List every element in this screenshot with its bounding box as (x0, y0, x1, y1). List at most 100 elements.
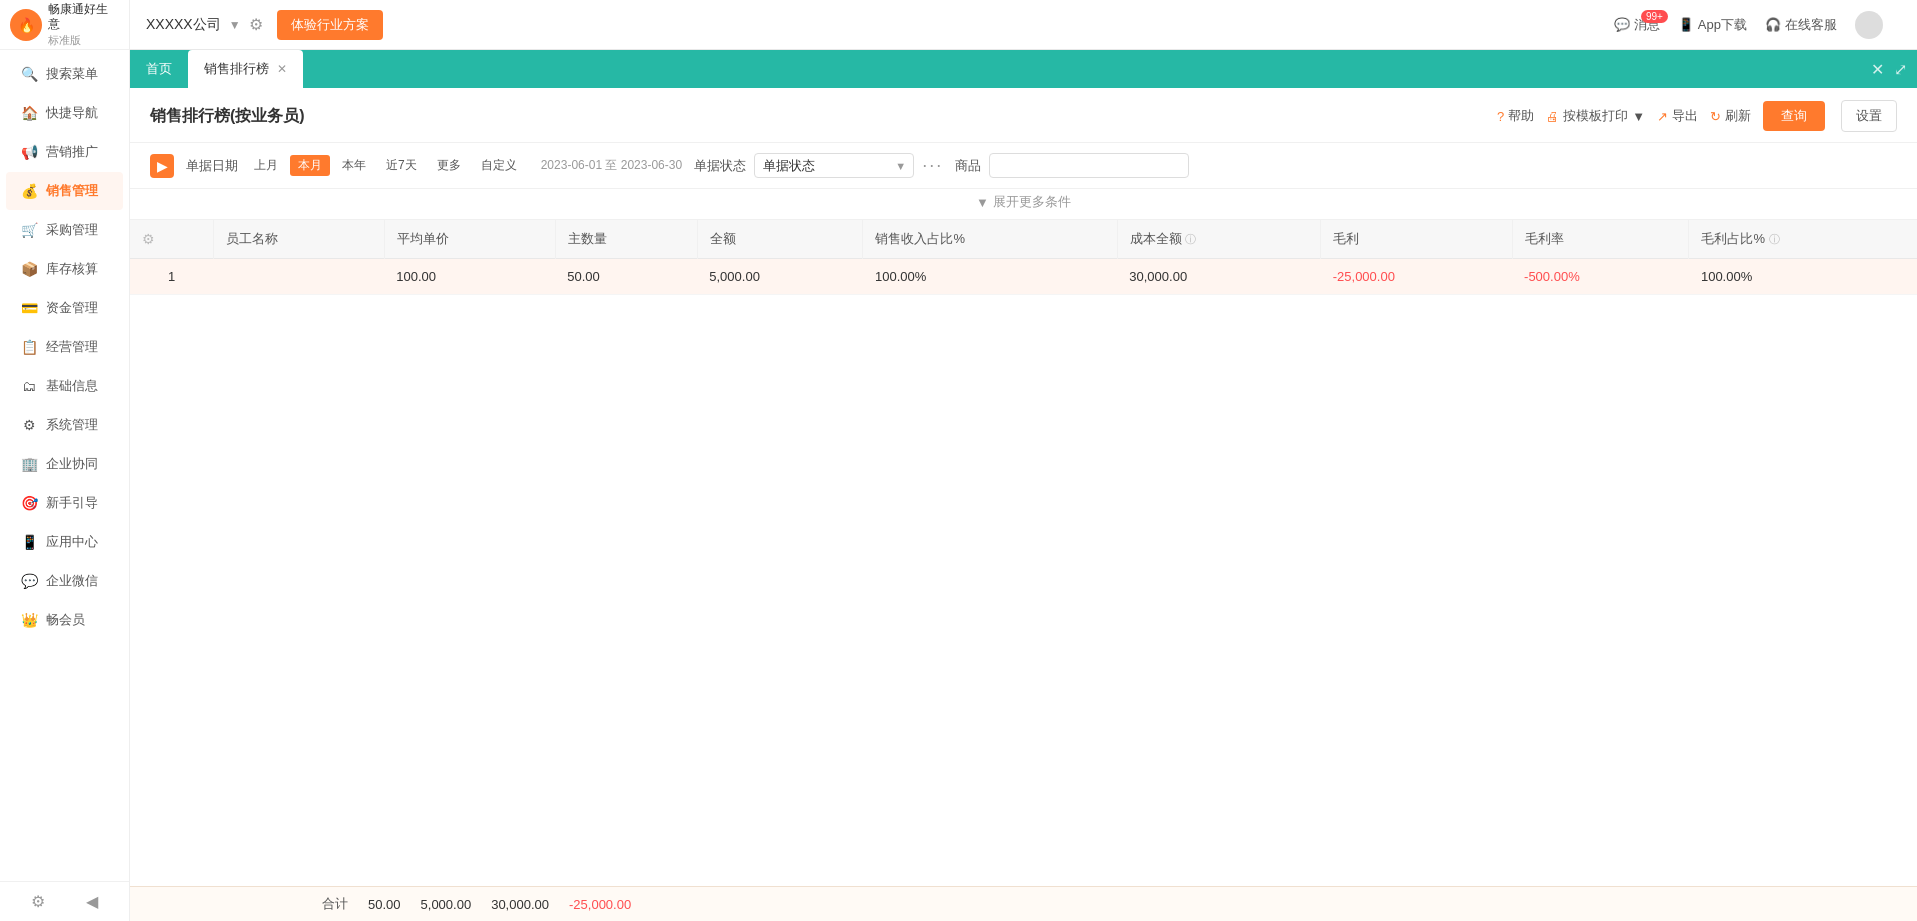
trial-btn[interactable]: 体验行业方案 (277, 10, 383, 40)
sales-icon: 💰 (20, 183, 38, 199)
query-btn[interactable]: 查询 (1763, 101, 1825, 131)
date-option-this-year[interactable]: 本年 (334, 155, 374, 176)
sidebar-item-enterprise[interactable]: 🏢 企业协同 (6, 445, 123, 483)
headset-icon: 🎧 (1765, 17, 1781, 32)
col-qty: 主数量 (555, 220, 697, 259)
content-area: 销售排行榜(按业务员) ? 帮助 🖨 按模板打印 ▼ ↗ 导出 (130, 88, 1917, 921)
cell-index: 1 (130, 259, 213, 295)
date-option-this-month[interactable]: 本月 (290, 155, 330, 176)
page-title-row: 销售排行榜(按业务员) ? 帮助 🖨 按模板打印 ▼ ↗ 导出 (150, 100, 1897, 132)
footer-amount: 5,000.00 (421, 897, 472, 912)
col-amount-label: 全额 (710, 231, 736, 246)
export-btn[interactable]: ↗ 导出 (1657, 107, 1698, 125)
tab-sales-ranking-label: 销售排行榜 (204, 60, 269, 78)
footer-collapse-icon[interactable]: ◀ (86, 892, 98, 911)
expand-more-row: ▼ 展开更多条件 (130, 189, 1917, 220)
cell-gross: -25,000.00 (1321, 259, 1512, 295)
sidebar-item-label-member: 畅会员 (46, 611, 85, 629)
date-option-more[interactable]: 更多 (429, 155, 469, 176)
sidebar-item-finance[interactable]: 💳 资金管理 (6, 289, 123, 327)
help-label: 帮助 (1508, 107, 1534, 125)
print-dropdown-arrow: ▼ (1632, 109, 1645, 124)
sidebar-item-guide[interactable]: 🎯 新手引导 (6, 484, 123, 522)
date-filter-label: 单据日期 (186, 157, 238, 175)
sidebar-item-label-search: 搜索菜单 (46, 65, 98, 83)
purchase-icon: 🛒 (20, 222, 38, 238)
sidebar-item-operation[interactable]: 📋 经营管理 (6, 328, 123, 366)
settings-btn[interactable]: 设置 (1841, 100, 1897, 132)
tab-sales-ranking[interactable]: 销售排行榜 ✕ (188, 50, 303, 88)
page-header: 销售排行榜(按业务员) ? 帮助 🖨 按模板打印 ▼ ↗ 导出 (130, 88, 1917, 143)
col-qty-label: 主数量 (568, 231, 607, 246)
table-header-row: ⚙ 员工名称 平均单价 主数量 全额 (130, 220, 1917, 259)
data-table: ⚙ 员工名称 平均单价 主数量 全额 (130, 220, 1917, 295)
logo-sub: 标准版 (48, 33, 119, 47)
sidebar-item-label-sales: 销售管理 (46, 182, 98, 200)
sidebar-item-basic[interactable]: 🗂 基础信息 (6, 367, 123, 405)
refresh-label: 刷新 (1725, 107, 1751, 125)
expand-more-btn[interactable]: ▼ 展开更多条件 (976, 193, 1071, 211)
footer-settings-icon[interactable]: ⚙ (31, 892, 45, 911)
system-icon: ⚙ (20, 417, 38, 433)
sidebar-item-sales[interactable]: 💰 销售管理 (6, 172, 123, 210)
home-icon: 🏠 (20, 105, 38, 121)
sidebar-item-member[interactable]: 👑 畅会员 (6, 601, 123, 639)
date-option-last-7-days[interactable]: 近7天 (378, 155, 425, 176)
sidebar-item-shortcut[interactable]: 🏠 快捷导航 (6, 94, 123, 132)
status-select[interactable]: 单据状态 (754, 153, 914, 178)
sidebar-item-system[interactable]: ⚙ 系统管理 (6, 406, 123, 444)
status-filter-label: 单据状态 (694, 157, 746, 175)
help-btn[interactable]: ? 帮助 (1497, 107, 1534, 125)
topbar-right: 💬 消息 99+ 📱 App下载 🎧 在线客服 (1614, 11, 1901, 39)
sidebar-item-search[interactable]: 🔍 搜索菜单 (6, 55, 123, 93)
company-selector[interactable]: XXXXX公司 ▼ (146, 16, 241, 34)
page-title: 销售排行榜(按业务员) (150, 106, 305, 127)
filter-toggle-btn[interactable]: ▶ (150, 154, 174, 178)
col-gross-label: 毛利 (1333, 231, 1359, 246)
logo-text: 畅康通好生意 标准版 (48, 2, 119, 47)
filter-more-btn[interactable]: ··· (922, 155, 943, 176)
service-btn[interactable]: 🎧 在线客服 (1765, 16, 1837, 34)
cell-amount: 5,000.00 (697, 259, 863, 295)
col-name: 员工名称 (213, 220, 384, 259)
print-icon: 🖨 (1546, 109, 1559, 124)
sidebar-item-label-system: 系统管理 (46, 416, 98, 434)
sidebar: 🔥 畅康通好生意 标准版 🔍 搜索菜单 🏠 快捷导航 📢 营销推广 💰 销售管理… (0, 0, 130, 921)
sidebar-item-label-basic: 基础信息 (46, 377, 98, 395)
mobile-icon: 📱 (1678, 17, 1694, 32)
tab-close-icon[interactable]: ✕ (277, 62, 287, 76)
sidebar-item-inventory[interactable]: 📦 库存核算 (6, 250, 123, 288)
cell-gross-rate: -500.00% (1512, 259, 1689, 295)
guide-icon: 🎯 (20, 495, 38, 511)
goods-input[interactable] (989, 153, 1189, 178)
date-option-custom[interactable]: 自定义 (473, 155, 525, 176)
date-option-last-month[interactable]: 上月 (246, 155, 286, 176)
refresh-btn[interactable]: ↻ 刷新 (1710, 107, 1751, 125)
sidebar-item-label-marketing: 营销推广 (46, 143, 98, 161)
sidebar-item-label-apps: 应用中心 (46, 533, 98, 551)
topbar-gear-icon[interactable]: ⚙ (249, 15, 263, 34)
company-name: XXXXX公司 (146, 16, 221, 34)
column-settings-icon[interactable]: ⚙ (142, 231, 155, 247)
filter-bar: ▶ 单据日期 上月 本月 本年 近7天 更多 自定义 2023-06-01 至 … (130, 143, 1917, 189)
col-gross: 毛利 (1321, 220, 1512, 259)
table-footer: 合计 50.00 5,000.00 30,000.00 -25,000.00 (130, 886, 1917, 921)
sidebar-item-apps[interactable]: 📱 应用中心 (6, 523, 123, 561)
cell-name (213, 259, 384, 295)
message-icon: 💬 (1614, 17, 1630, 32)
app-download-btn[interactable]: 📱 App下载 (1678, 16, 1747, 34)
tab-home[interactable]: 首页 (130, 50, 188, 88)
sidebar-item-marketing[interactable]: 📢 营销推广 (6, 133, 123, 171)
tab-restore-icon[interactable]: ⤢ (1894, 60, 1907, 79)
sidebar-item-purchase[interactable]: 🛒 采购管理 (6, 211, 123, 249)
tab-close-window-icon[interactable]: ✕ (1871, 60, 1884, 79)
footer-total-label: 合计 (142, 895, 348, 913)
message-btn[interactable]: 💬 消息 99+ (1614, 16, 1660, 34)
sidebar-footer: ⚙ ◀ (0, 881, 129, 921)
inventory-icon: 📦 (20, 261, 38, 277)
avatar[interactable] (1855, 11, 1883, 39)
goods-filter-group: 商品 (955, 153, 1189, 178)
print-btn[interactable]: 🖨 按模板打印 ▼ (1546, 107, 1645, 125)
apps-icon: 📱 (20, 534, 38, 550)
sidebar-item-wechat[interactable]: 💬 企业微信 (6, 562, 123, 600)
